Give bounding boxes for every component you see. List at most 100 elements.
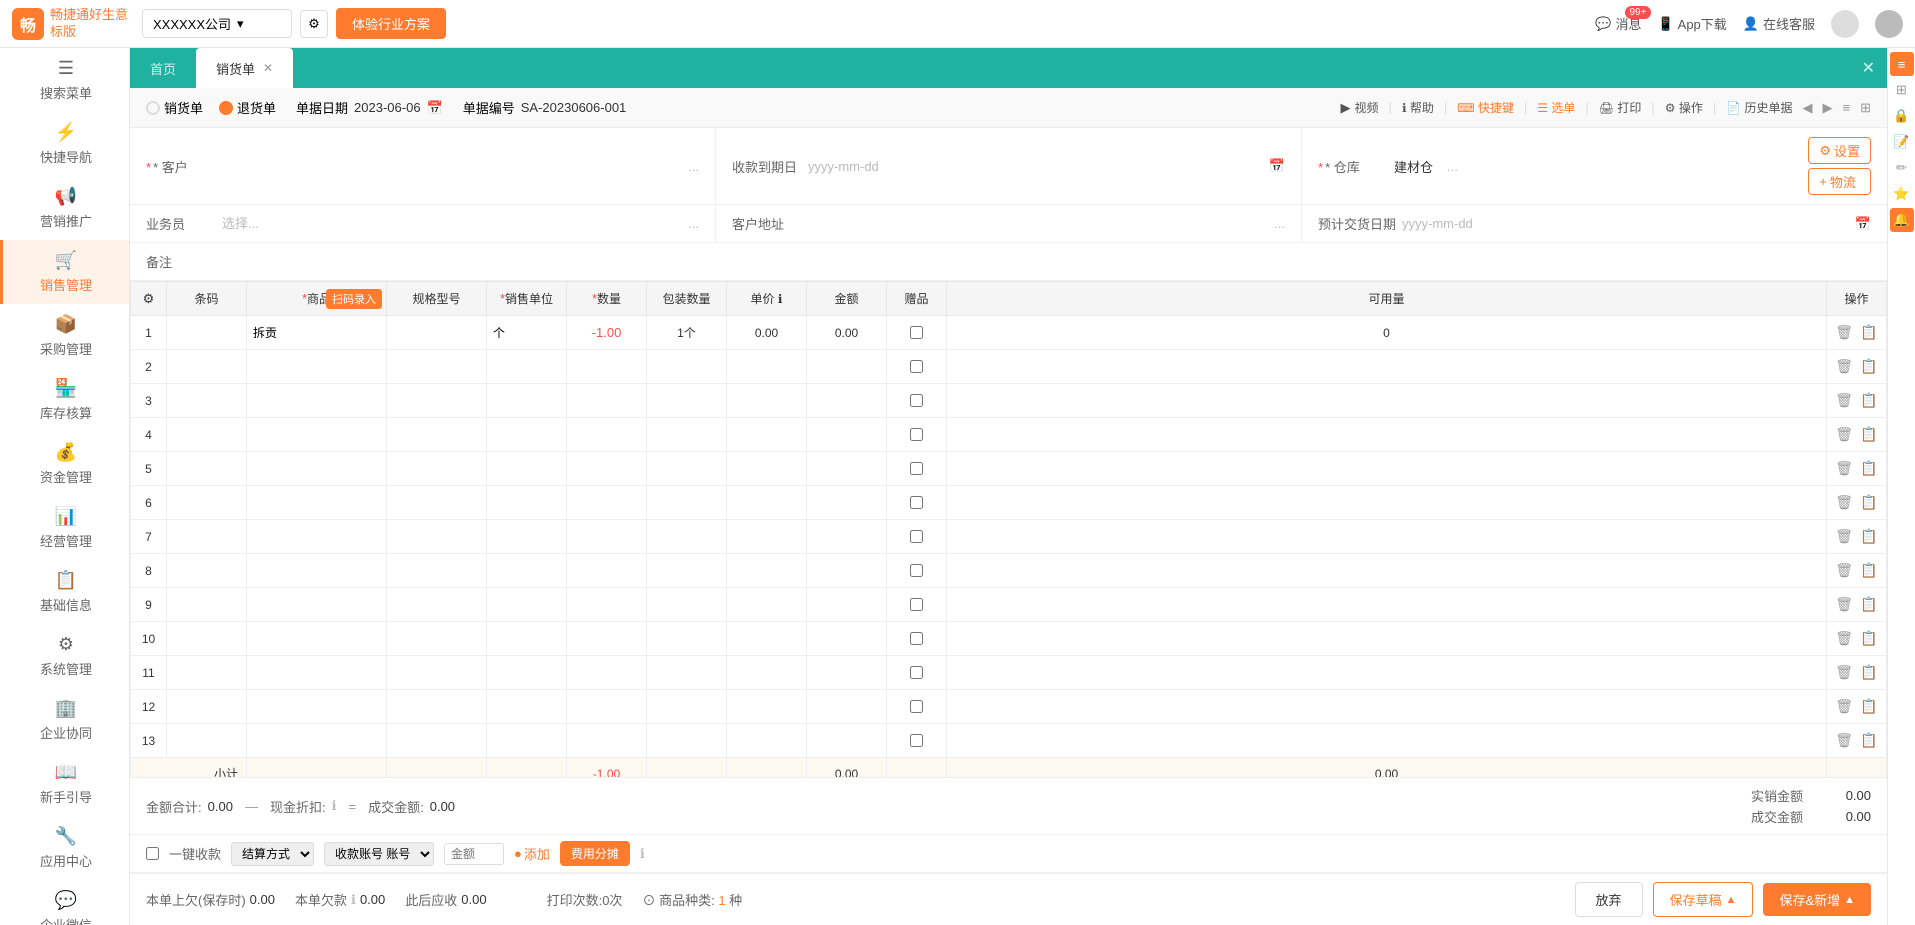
sidebar-item-marketing[interactable]: 📢 营销推广 xyxy=(0,176,129,240)
cell-barcode[interactable] xyxy=(167,588,247,622)
cell-pack[interactable] xyxy=(647,486,727,520)
cell-amount[interactable] xyxy=(807,554,887,588)
delete-btn[interactable]: 🗑 xyxy=(1833,458,1855,479)
customer-dots[interactable]: ... xyxy=(688,159,699,174)
tab-home[interactable]: 首页 xyxy=(130,48,196,88)
sidebar-item-inventory[interactable]: 🏪 库存核算 xyxy=(0,368,129,432)
copy-btn[interactable]: 📋 xyxy=(1858,322,1879,343)
copy-btn[interactable]: 📋 xyxy=(1858,730,1879,751)
delete-btn[interactable]: 🗑 xyxy=(1833,492,1855,513)
cell-qty[interactable] xyxy=(567,520,647,554)
action-ops[interactable]: ⚙ 操作 xyxy=(1665,99,1703,116)
cell-product[interactable] xyxy=(247,384,387,418)
cell-qty[interactable] xyxy=(567,452,647,486)
cell-spec[interactable] xyxy=(387,316,487,350)
cell-barcode[interactable] xyxy=(167,384,247,418)
radio-sale[interactable]: 销货单 xyxy=(146,98,203,117)
cell-spec[interactable] xyxy=(387,452,487,486)
copy-btn[interactable]: 📋 xyxy=(1858,696,1879,717)
action-select[interactable]: ☰ 选单 xyxy=(1537,99,1575,116)
copy-btn[interactable]: 📋 xyxy=(1858,424,1879,445)
nav-next[interactable]: ▶ xyxy=(1823,100,1833,116)
cell-spec[interactable] xyxy=(387,622,487,656)
logistics-button[interactable]: + 物流 xyxy=(1808,168,1871,195)
cell-pack[interactable] xyxy=(647,554,727,588)
cell-amount[interactable] xyxy=(807,350,887,384)
sidebar-item-purchase[interactable]: 📦 采购管理 xyxy=(0,304,129,368)
cell-price[interactable]: 0.00 xyxy=(727,316,807,350)
save-draft-button[interactable]: 保存草稿 ▲ xyxy=(1653,882,1754,917)
cell-unit[interactable] xyxy=(487,452,567,486)
cell-qty[interactable] xyxy=(567,486,647,520)
delete-btn[interactable]: 🗑 xyxy=(1833,424,1855,445)
cell-gift[interactable] xyxy=(887,554,947,588)
rp-btn-6[interactable]: ⭐ xyxy=(1890,182,1914,206)
one-click-pay-checkbox[interactable] xyxy=(146,847,159,860)
cell-price[interactable] xyxy=(727,384,807,418)
cell-amount[interactable] xyxy=(807,690,887,724)
cell-gift[interactable] xyxy=(887,384,947,418)
cell-barcode[interactable] xyxy=(167,554,247,588)
cell-price[interactable] xyxy=(727,418,807,452)
copy-btn[interactable]: 📋 xyxy=(1858,458,1879,479)
cell-pack[interactable] xyxy=(647,520,727,554)
delete-btn[interactable]: 🗑 xyxy=(1833,322,1855,343)
cell-unit[interactable] xyxy=(487,554,567,588)
cell-qty[interactable]: -1.00 xyxy=(567,316,647,350)
sidebar-item-collab[interactable]: 🏢 企业协同 xyxy=(0,688,129,752)
delete-btn[interactable]: 🗑 xyxy=(1833,560,1855,581)
cell-unit[interactable] xyxy=(487,486,567,520)
amount-input[interactable] xyxy=(444,843,504,865)
rp-btn-7[interactable]: 🔔 xyxy=(1890,208,1914,232)
due-date-calendar-icon[interactable]: 📅 xyxy=(1269,158,1285,174)
cell-qty[interactable] xyxy=(567,554,647,588)
cell-gift[interactable] xyxy=(887,588,947,622)
action-help[interactable]: ℹ 帮助 xyxy=(1402,99,1434,116)
rp-btn-2[interactable]: ⊞ xyxy=(1890,78,1914,102)
expected-date-input[interactable] xyxy=(1402,216,1845,231)
cell-price[interactable] xyxy=(727,486,807,520)
salesman-dots[interactable]: ... xyxy=(688,216,699,231)
cell-spec[interactable] xyxy=(387,656,487,690)
trial-button[interactable]: 体验行业方案 xyxy=(336,8,446,39)
rp-btn-3[interactable]: 🔒 xyxy=(1890,104,1914,128)
cell-amount[interactable] xyxy=(807,588,887,622)
cell-pack[interactable] xyxy=(647,418,727,452)
cell-product[interactable] xyxy=(247,622,387,656)
cell-unit[interactable] xyxy=(487,350,567,384)
abandon-button[interactable]: 放弃 xyxy=(1575,882,1643,917)
sidebar-item-basic[interactable]: 📋 基础信息 xyxy=(0,560,129,624)
cell-unit[interactable] xyxy=(487,656,567,690)
customer-input[interactable] xyxy=(222,159,674,174)
cell-gift[interactable] xyxy=(887,724,947,758)
remark-input[interactable] xyxy=(222,254,1871,269)
cell-amount[interactable] xyxy=(807,418,887,452)
cell-spec[interactable] xyxy=(387,350,487,384)
expense-info[interactable]: ℹ xyxy=(640,846,645,862)
cell-gift[interactable] xyxy=(887,690,947,724)
expected-date-calendar-icon[interactable]: 📅 xyxy=(1855,216,1871,232)
salesman-input[interactable] xyxy=(222,216,674,231)
delete-btn[interactable]: 🗑 xyxy=(1833,662,1855,683)
cell-qty[interactable] xyxy=(567,690,647,724)
sidebar-item-guide[interactable]: 📖 新手引导 xyxy=(0,752,129,816)
cell-pack[interactable] xyxy=(647,690,727,724)
delete-btn[interactable]: 🗑 xyxy=(1833,526,1855,547)
cell-product[interactable] xyxy=(247,520,387,554)
cell-unit[interactable] xyxy=(487,622,567,656)
cell-qty[interactable] xyxy=(567,656,647,690)
cell-amount[interactable] xyxy=(807,384,887,418)
cell-barcode[interactable] xyxy=(167,724,247,758)
delete-btn[interactable]: 🗑 xyxy=(1833,628,1855,649)
delete-btn[interactable]: 🗑 xyxy=(1833,730,1855,751)
cell-pack[interactable]: 1个 xyxy=(647,316,727,350)
company-selector[interactable]: XXXXXX公司 ▾ xyxy=(142,9,292,38)
cell-unit[interactable] xyxy=(487,588,567,622)
copy-btn[interactable]: 📋 xyxy=(1858,526,1879,547)
cell-spec[interactable] xyxy=(387,486,487,520)
discount-info[interactable]: ℹ xyxy=(332,798,337,814)
setting-button[interactable]: ⚙ 设置 xyxy=(1808,137,1871,164)
sidebar-item-wechat[interactable]: 💬 企业微信 xyxy=(0,880,129,925)
cell-spec[interactable] xyxy=(387,690,487,724)
add-payment-button[interactable]: ● 添加 xyxy=(514,844,550,863)
